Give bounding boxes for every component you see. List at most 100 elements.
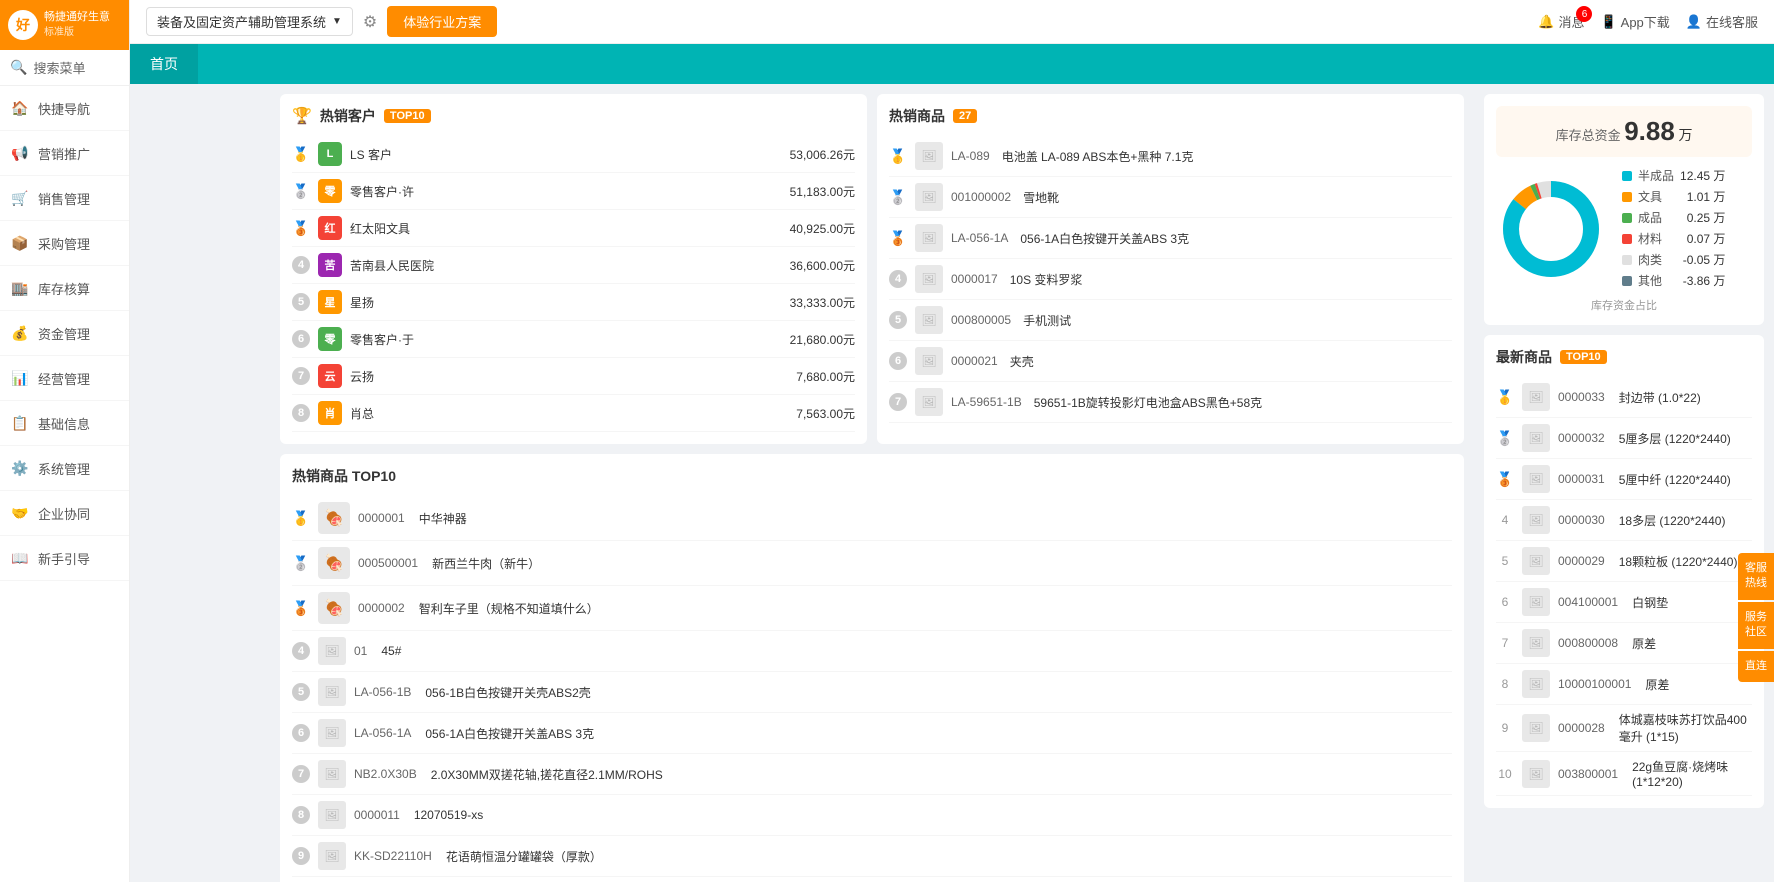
- sidebar-item-finance[interactable]: 💰 资金管理: [0, 311, 129, 356]
- latest-product-item: 🥈 🖼 0000032 5厘多层 (1220*2440): [1496, 418, 1752, 459]
- app-download-btn[interactable]: 📱 App下载: [1600, 12, 1669, 31]
- customer-avatar: L: [318, 142, 342, 166]
- system-select[interactable]: 装备及固定资产辅助管理系统 ▼: [146, 7, 353, 36]
- main-area: 装备及固定资产辅助管理系统 ▼ ⚙ 体验行业方案 🔔 消息 6 📱 App下载 …: [130, 0, 1774, 882]
- legend-dot: [1622, 171, 1632, 181]
- hot-product-item: 8 🖼 0000011 12070519-xs: [292, 795, 1452, 836]
- product-code: LA-056-1A: [354, 726, 411, 740]
- sidebar-item-inventory[interactable]: 🏬 库存核算: [0, 266, 129, 311]
- product-name: 18多层 (1220*2440): [1619, 512, 1752, 529]
- hot-right-item: 🥈 🖼 001000002 雪地靴: [889, 177, 1452, 218]
- content-area: 🏆 热销客户 TOP10 🥇 L LS 客户 53,006.26元 🥈 零 零售…: [130, 84, 1774, 882]
- image-icon: 🖼: [921, 313, 936, 327]
- image-icon: 🖼: [324, 808, 339, 822]
- customer-value: 53,006.26元: [790, 146, 855, 163]
- legend-item: 材料 0.07 万: [1622, 230, 1725, 247]
- product-code: LA-056-1A: [951, 231, 1008, 245]
- system-icon: ⚙️: [10, 458, 30, 478]
- product-img-placeholder: 🖼: [1522, 714, 1550, 742]
- sidebar-item-cooperation[interactable]: 🤝 企业协同: [0, 491, 129, 536]
- rank-medal: 🥈: [1496, 429, 1514, 447]
- image-icon: 🖼: [921, 354, 936, 368]
- settings-icon[interactable]: ⚙: [363, 12, 377, 32]
- sales-icon: 🛒: [10, 188, 30, 208]
- customer-avatar: 苦: [318, 253, 342, 277]
- hot-product-item: 9 🖼 KK-SD22110H 花语萌恒温分罐罐袋（厚款）: [292, 836, 1452, 877]
- product-name: 18颗粒板 (1220*2440): [1619, 553, 1752, 570]
- product-img-placeholder: 🖼: [915, 142, 943, 170]
- center-panel: 🏆 热销客户 TOP10 🥇 L LS 客户 53,006.26元 🥈 零 零售…: [270, 84, 1474, 882]
- sidebar-item-guide[interactable]: 📖 新手引导: [0, 536, 129, 581]
- customer-rank-item: 🥉 红 红太阳文具 40,925.00元: [292, 210, 855, 247]
- sidebar-item-sales[interactable]: 🛒 销售管理: [0, 176, 129, 221]
- customer-name: 云扬: [350, 368, 788, 385]
- sidebar-item-purchase[interactable]: 📦 采购管理: [0, 221, 129, 266]
- legend-dot: [1622, 276, 1632, 286]
- legend-value: -3.86 万: [1683, 272, 1726, 289]
- rank-num: 8: [1496, 677, 1514, 691]
- product-name: 12070519-xs: [414, 808, 483, 822]
- latest-products-list: 🥇 🖼 0000033 封边带 (1.0*22) 🥈 🖼 0000032 5厘多…: [1496, 377, 1752, 796]
- legend-item: 成品 0.25 万: [1622, 209, 1725, 226]
- product-code: NB2.0X30B: [354, 767, 417, 781]
- logo-icon: 好: [8, 10, 38, 40]
- product-name: 白钢垫: [1632, 594, 1752, 611]
- sidebar-item-basic-info[interactable]: 📋 基础信息: [0, 401, 129, 446]
- service-community-btn[interactable]: 服务社区: [1738, 602, 1774, 649]
- donut-chart: [1496, 174, 1606, 287]
- product-name: 原差: [1632, 635, 1752, 652]
- sidebar-item-system[interactable]: ⚙️ 系统管理: [0, 446, 129, 491]
- donut-container: 半成品 12.45 万 文具 1.01 万 成品 0.25 万 材料 0.07 …: [1496, 167, 1752, 293]
- product-code: 000800005: [951, 313, 1011, 327]
- product-code: 001000002: [951, 190, 1011, 204]
- online-service-btn[interactable]: 👤 在线客服: [1686, 12, 1758, 31]
- legend-dot: [1622, 213, 1632, 223]
- product-img-placeholder: 🖼: [1522, 506, 1550, 534]
- product-code: 000500001: [358, 556, 418, 570]
- trophy-icon: 🏆: [292, 106, 312, 126]
- tab-home[interactable]: 首页: [130, 44, 198, 84]
- sidebar-item-quicknav[interactable]: 🏠 快捷导航: [0, 86, 129, 131]
- product-name: 雪地靴: [1023, 189, 1452, 206]
- product-name: 5厘多层 (1220*2440): [1619, 430, 1752, 447]
- latest-product-item: 10 🖼 003800001 22g鱼豆腐·烧烤味 (1*12*20): [1496, 752, 1752, 796]
- product-img-placeholder: 🖼: [318, 801, 346, 829]
- rank-medal: 🥈: [889, 188, 907, 206]
- product-name: 22g鱼豆腐·烧烤味 (1*12*20): [1632, 758, 1752, 789]
- rank-medal: 🥈: [292, 182, 310, 200]
- sidebar-logo[interactable]: 好 畅捷通好生意 标准版: [0, 0, 129, 50]
- legend-dot: [1622, 234, 1632, 244]
- product-code: 10000100001: [1558, 677, 1631, 691]
- rank-num: 4: [889, 270, 907, 288]
- trial-button[interactable]: 体验行业方案: [387, 6, 497, 37]
- sidebar-item-marketing[interactable]: 📢 营销推广: [0, 131, 129, 176]
- hot-products-card: 热销商品 TOP10 🥇 🍖 0000001 中华神器 🥈 🍖 00050000…: [280, 454, 1464, 882]
- rank-num: 5: [1496, 554, 1514, 568]
- direct-connect-btn[interactable]: 直连: [1738, 651, 1774, 682]
- search-icon: 🔍: [10, 59, 27, 76]
- hot-right-badge: 27: [953, 109, 977, 123]
- product-name: 056-1A白色按键开关盖ABS 3克: [1020, 230, 1452, 247]
- sidebar-item-operations[interactable]: 📊 经营管理: [0, 356, 129, 401]
- customer-service-btn[interactable]: 客服热线: [1738, 553, 1774, 600]
- rank-num: 5: [292, 683, 310, 701]
- notifications-btn[interactable]: 🔔 消息 6: [1538, 12, 1584, 31]
- search-menu[interactable]: 🔍 搜索菜单: [0, 50, 129, 86]
- product-name: 封边带 (1.0*22): [1619, 389, 1752, 406]
- image-icon: 🖼: [324, 767, 339, 781]
- legend-dot: [1622, 192, 1632, 202]
- customer-value: 51,183.00元: [790, 183, 855, 200]
- customer-value: 33,333.00元: [790, 294, 855, 311]
- info-icon: 📋: [10, 413, 30, 433]
- hot-right-item: 7 🖼 LA-59651-1B 59651-1B旋转投影灯电池盒ABS黑色+58…: [889, 382, 1452, 423]
- product-name: 056-1A白色按键开关盖ABS 3克: [425, 725, 594, 742]
- rank-num: 8: [292, 404, 310, 422]
- rank-medal: 🥈: [292, 554, 310, 572]
- product-code: 0000028: [1558, 721, 1605, 735]
- image-icon: 🖼: [1528, 472, 1543, 486]
- customer-name: 零售客户·许: [350, 183, 782, 200]
- product-img-placeholder: 🖼: [1522, 760, 1550, 788]
- latest-product-item: 4 🖼 0000030 18多层 (1220*2440): [1496, 500, 1752, 541]
- image-icon: 🖼: [921, 190, 936, 204]
- top10-badge: TOP10: [384, 109, 431, 123]
